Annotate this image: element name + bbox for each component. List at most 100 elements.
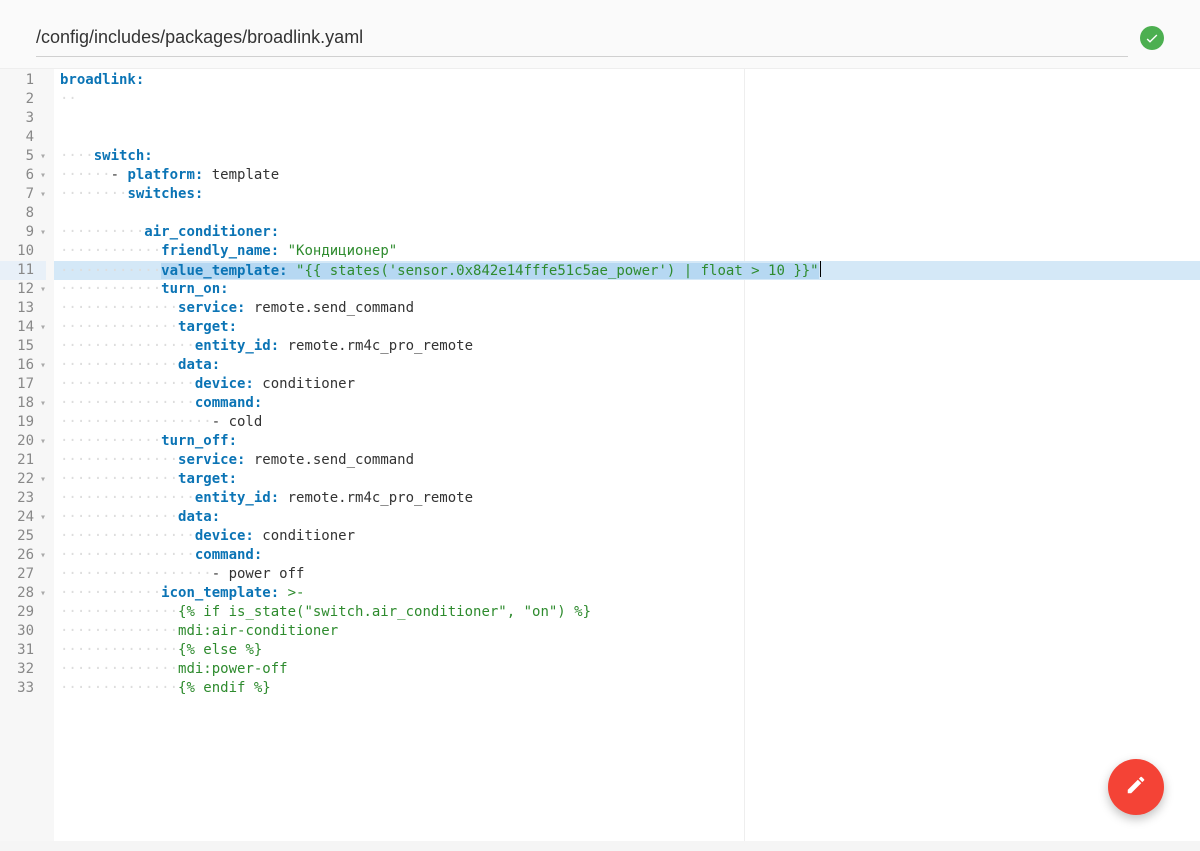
code-token: ················	[60, 490, 195, 506]
code-line[interactable]: ················device: conditioner	[54, 375, 1200, 394]
code-line[interactable]: ······- platform: template	[54, 166, 1200, 185]
code-line[interactable]: ············turn_off:	[54, 432, 1200, 451]
code-token: ············	[60, 263, 161, 279]
code-token: ············	[60, 281, 161, 297]
code-line[interactable]: ··············{% else %}	[54, 641, 1200, 660]
code-token: - power off	[212, 566, 305, 582]
line-number: 9	[26, 223, 34, 242]
code-token: service:	[178, 300, 245, 316]
fold-marker-icon[interactable]: ▾	[38, 280, 46, 299]
code-line[interactable]	[54, 204, 1200, 223]
fold-marker-icon[interactable]: ▾	[38, 394, 46, 413]
fold-marker-icon[interactable]: ▾	[38, 166, 46, 185]
fold-marker-icon[interactable]: ▾	[38, 470, 46, 489]
code-line[interactable]	[54, 128, 1200, 147]
code-token: mdi:air-conditioner	[178, 623, 338, 639]
code-token: device:	[195, 376, 254, 392]
fold-marker-icon[interactable]: ▾	[38, 508, 46, 527]
code-line[interactable]: ··············{% if is_state("switch.air…	[54, 603, 1200, 622]
code-line[interactable]: ··············service: remote.send_comma…	[54, 299, 1200, 318]
code-editor[interactable]: 12345▾6▾7▾89▾101112▾1314▾1516▾1718▾1920▾…	[0, 68, 1200, 841]
gutter-line: 3	[0, 109, 46, 128]
code-line[interactable]: ············value_template: "{{ states('…	[54, 261, 1200, 280]
code-token: template	[203, 167, 279, 183]
code-line[interactable]: ··············data:	[54, 356, 1200, 375]
fold-marker-icon[interactable]: ▾	[38, 318, 46, 337]
line-number: 13	[17, 299, 34, 318]
code-line[interactable]: ················command:	[54, 546, 1200, 565]
fold-marker-icon[interactable]: ▾	[38, 546, 46, 565]
code-token: conditioner	[254, 528, 355, 544]
code-line[interactable]	[54, 109, 1200, 128]
code-line[interactable]: ··············target:	[54, 318, 1200, 337]
code-token: ················	[60, 528, 195, 544]
code-token: icon_template:	[161, 585, 279, 601]
gutter-line: 24▾	[0, 508, 46, 527]
code-token: ················	[60, 395, 195, 411]
fold-marker-icon[interactable]: ▾	[38, 432, 46, 451]
code-line[interactable]: ················device: conditioner	[54, 527, 1200, 546]
code-line[interactable]: ··············mdi:power-off	[54, 660, 1200, 679]
line-number: 17	[17, 375, 34, 394]
code-token: "Кондиционер"	[288, 243, 398, 259]
code-line[interactable]: ··············service: remote.send_comma…	[54, 451, 1200, 470]
fold-marker-icon[interactable]: ▾	[38, 185, 46, 204]
code-token: ················	[60, 547, 195, 563]
gutter-line: 31	[0, 641, 46, 660]
code-area[interactable]: broadlink: ·· ····switch:······- platform:…	[54, 69, 1200, 841]
code-token: broadlink:	[60, 72, 144, 88]
code-token: data:	[178, 509, 220, 525]
code-line[interactable]: ················entity_id: remote.rm4c_p…	[54, 489, 1200, 508]
code-line[interactable]: ················entity_id: remote.rm4c_p…	[54, 337, 1200, 356]
code-token: ··············	[60, 357, 178, 373]
line-gutter: 12345▾6▾7▾89▾101112▾1314▾1516▾1718▾1920▾…	[0, 69, 54, 841]
code-line[interactable]: ··	[54, 90, 1200, 109]
code-token: ············	[60, 585, 161, 601]
code-line[interactable]: ··········air_conditioner:	[54, 223, 1200, 242]
code-line[interactable]: ········switches:	[54, 185, 1200, 204]
line-number: 31	[17, 641, 34, 660]
code-token: ··············	[60, 604, 178, 620]
code-line[interactable]: ··············mdi:air-conditioner	[54, 622, 1200, 641]
gutter-line: 12▾	[0, 280, 46, 299]
code-token: air_conditioner:	[144, 224, 279, 240]
code-token: remote.rm4c_pro_remote	[279, 338, 473, 354]
line-number: 32	[17, 660, 34, 679]
code-line[interactable]: ············icon_template: >-	[54, 584, 1200, 603]
code-token: conditioner	[254, 376, 355, 392]
fold-marker-icon[interactable]: ▾	[38, 584, 46, 603]
line-number: 8	[26, 204, 34, 223]
gutter-line: 28▾	[0, 584, 46, 603]
fold-marker-icon[interactable]: ▾	[38, 356, 46, 375]
code-line[interactable]: ················command:	[54, 394, 1200, 413]
fold-marker-icon[interactable]: ▾	[38, 223, 46, 242]
code-line[interactable]: ············turn_on:	[54, 280, 1200, 299]
code-token: value_template:	[161, 263, 287, 279]
gutter-line: 23	[0, 489, 46, 508]
fold-marker-icon[interactable]: ▾	[38, 147, 46, 166]
line-number: 5	[26, 147, 34, 166]
code-line[interactable]: ··············target:	[54, 470, 1200, 489]
gutter-line: 2	[0, 90, 46, 109]
line-number: 15	[17, 337, 34, 356]
code-line[interactable]: ············friendly_name: "Кондиционер"	[54, 242, 1200, 261]
gutter-line: 25	[0, 527, 46, 546]
gutter-line: 17	[0, 375, 46, 394]
code-line[interactable]: ····switch:	[54, 147, 1200, 166]
code-line[interactable]: ··················- power off	[54, 565, 1200, 584]
line-number: 21	[17, 451, 34, 470]
line-number: 29	[17, 603, 34, 622]
file-path: /config/includes/packages/broadlink.yaml	[36, 27, 363, 47]
edit-fab-button[interactable]	[1108, 759, 1164, 815]
code-line[interactable]: ··················- cold	[54, 413, 1200, 432]
code-line[interactable]: ··············data:	[54, 508, 1200, 527]
code-token: remote.send_command	[245, 452, 414, 468]
code-token: -	[111, 167, 128, 183]
gutter-line: 8	[0, 204, 46, 223]
code-line[interactable]: broadlink:	[54, 71, 1200, 90]
code-line[interactable]: ··············{% endif %}	[54, 679, 1200, 698]
line-number: 11	[17, 261, 34, 280]
line-number: 26	[17, 546, 34, 565]
gutter-line: 13	[0, 299, 46, 318]
code-token: ······	[60, 167, 111, 183]
